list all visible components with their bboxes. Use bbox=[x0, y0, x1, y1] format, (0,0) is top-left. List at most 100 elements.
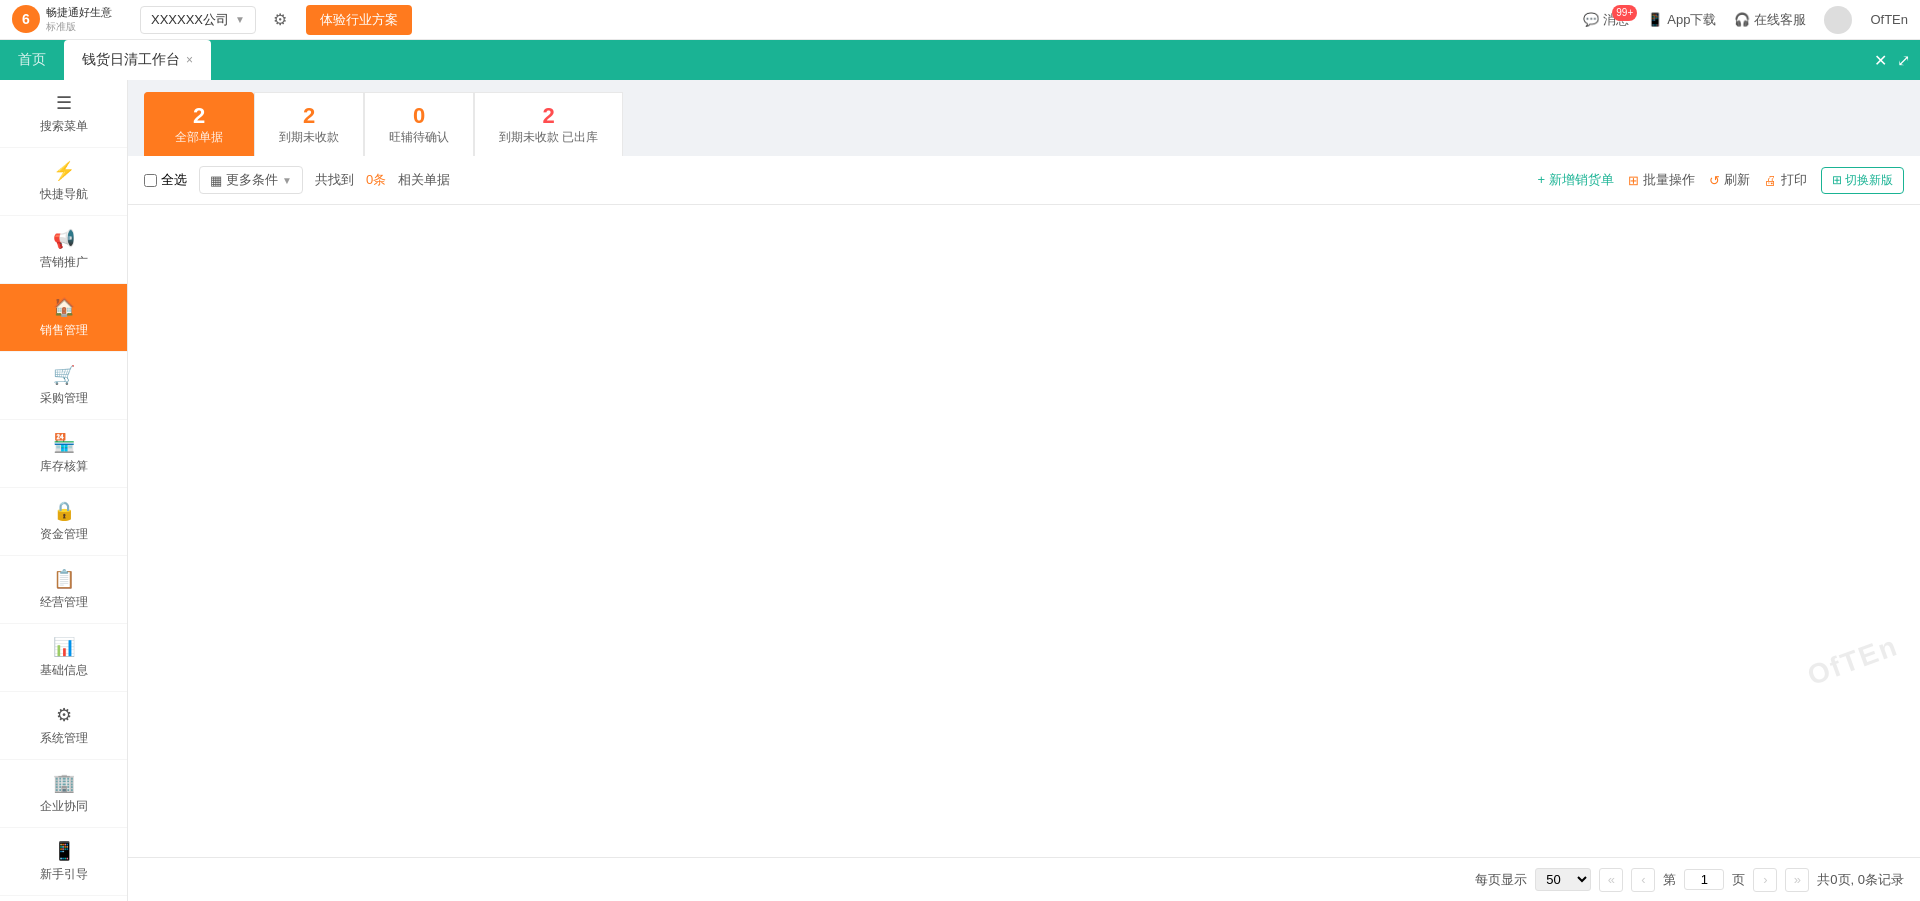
ops-icon: 📋 bbox=[53, 568, 75, 590]
sidebar-item-base-info[interactable]: 📊 基础信息 bbox=[0, 624, 127, 692]
tab-cashflow-label: 钱货日清工作台 bbox=[82, 51, 180, 69]
select-all-checkbox[interactable]: 全选 bbox=[144, 171, 187, 189]
sidebar-item-search-menu[interactable]: ☰ 搜索菜单 bbox=[0, 80, 127, 148]
settings-icon: ⚙ bbox=[273, 10, 287, 29]
sidebar: ☰ 搜索菜单 ⚡ 快捷导航 📢 营销推广 🏠 销售管理 🛒 采购管理 🏪 库存核… bbox=[0, 80, 128, 901]
tab-card-overdue-unshipped[interactable]: 2 到期未收款 已出库 bbox=[474, 92, 623, 156]
switch-new-icon: ⊞ bbox=[1832, 173, 1842, 187]
ops-label: 经营管理 bbox=[40, 594, 88, 611]
nav-close-icon[interactable]: ✕ bbox=[1874, 51, 1887, 70]
inventory-icon: 🏪 bbox=[53, 432, 75, 454]
trial-button[interactable]: 体验行业方案 bbox=[306, 5, 412, 35]
last-page-icon: » bbox=[1794, 872, 1801, 887]
nav-tabs: 首页 钱货日清工作台 × ✕ ⤢ bbox=[0, 40, 1920, 80]
sidebar-item-fund[interactable]: 🔒 资金管理 bbox=[0, 488, 127, 556]
total-text: 共0页, 0条记录 bbox=[1817, 871, 1904, 889]
page-suffix: 页 bbox=[1732, 871, 1745, 889]
related-label: 相关单据 bbox=[398, 171, 450, 189]
sales-icon: 🏠 bbox=[53, 296, 75, 318]
tab-card-overdue[interactable]: 2 到期未收款 bbox=[254, 92, 364, 156]
fund-label: 资金管理 bbox=[40, 526, 88, 543]
settings-button[interactable]: ⚙ bbox=[264, 4, 296, 36]
refresh-button[interactable]: ↺ 刷新 bbox=[1709, 171, 1750, 189]
nav-right-controls: ✕ ⤢ bbox=[1874, 51, 1920, 70]
sidebar-item-ops[interactable]: 📋 经营管理 bbox=[0, 556, 127, 624]
filter-arrow-icon: ▼ bbox=[282, 175, 292, 186]
tab-home[interactable]: 首页 bbox=[0, 40, 64, 80]
base-info-label: 基础信息 bbox=[40, 662, 88, 679]
app-download-label: App下载 bbox=[1667, 11, 1716, 29]
table-area: OfTEn bbox=[128, 205, 1920, 857]
sidebar-item-enterprise[interactable]: 🏢 企业协同 bbox=[0, 760, 127, 828]
sidebar-item-sys[interactable]: ⚙ 系统管理 bbox=[0, 692, 127, 760]
purchase-label: 采购管理 bbox=[40, 390, 88, 407]
tab-card-all-num: 2 bbox=[193, 103, 205, 129]
enterprise-icon: 🏢 bbox=[53, 772, 75, 794]
tab-card-unshipped-num: 2 bbox=[543, 103, 555, 129]
sidebar-item-app-center[interactable]: 🔔 应用中心 bbox=[0, 896, 127, 901]
company-selector[interactable]: XXXXXX公司 ▼ bbox=[140, 6, 256, 34]
page-number-input[interactable] bbox=[1684, 869, 1724, 890]
batch-ops-label: 批量操作 bbox=[1643, 171, 1695, 189]
close-tab-icon[interactable]: × bbox=[186, 53, 193, 67]
next-page-button[interactable]: › bbox=[1753, 868, 1777, 892]
tab-card-wangfu-num: 0 bbox=[413, 103, 425, 129]
tab-card-overdue-label: 到期未收款 bbox=[279, 129, 339, 146]
content-area: 2 全部单据 2 到期未收款 0 旺辅待确认 2 到期未收款 已出库 全选 bbox=[128, 80, 1920, 901]
base-info-icon: 📊 bbox=[53, 636, 75, 658]
add-sales-order-button[interactable]: + 新增销货单 bbox=[1537, 171, 1613, 189]
switch-new-version-button[interactable]: ⊞ 切换新版 bbox=[1821, 167, 1904, 194]
online-service-label: 在线客服 bbox=[1754, 11, 1806, 29]
per-page-label: 每页显示 bbox=[1475, 871, 1527, 889]
purchase-icon: 🛒 bbox=[53, 364, 75, 386]
nav-expand-icon[interactable]: ⤢ bbox=[1897, 51, 1910, 70]
company-dropdown-arrow: ▼ bbox=[235, 14, 245, 25]
sidebar-item-inventory[interactable]: 🏪 库存核算 bbox=[0, 420, 127, 488]
select-all-label: 全选 bbox=[161, 171, 187, 189]
app-download-button[interactable]: 📱 App下载 bbox=[1647, 11, 1716, 29]
sys-icon: ⚙ bbox=[56, 704, 72, 726]
prev-page-button[interactable]: ‹ bbox=[1631, 868, 1655, 892]
tab-card-unshipped-label: 到期未收款 已出库 bbox=[499, 129, 598, 146]
app-subtitle: 标准版 bbox=[46, 20, 112, 34]
found-count: 0条 bbox=[366, 171, 386, 189]
app-download-icon: 📱 bbox=[1647, 12, 1663, 27]
tab-card-all-label: 全部单据 bbox=[175, 129, 223, 146]
print-icon: 🖨 bbox=[1764, 173, 1777, 188]
first-page-icon: « bbox=[1608, 872, 1615, 887]
top-header: 6 畅捷通好生意 标准版 XXXXXX公司 ▼ ⚙ 体验行业方案 💬 消息 99… bbox=[0, 0, 1920, 40]
sidebar-item-quick-nav[interactable]: ⚡ 快捷导航 bbox=[0, 148, 127, 216]
tab-cashflow-workbench[interactable]: 钱货日清工作台 × bbox=[64, 40, 211, 80]
toolbar: 全选 ▦ 更多条件 ▼ 共找到 0条 相关单据 + 新增销货单 ⊞ 批量操作 ↺ bbox=[128, 156, 1920, 205]
app-title: 畅捷通好生意 bbox=[46, 5, 112, 19]
select-all-input[interactable] bbox=[144, 174, 157, 187]
print-button[interactable]: 🖨 打印 bbox=[1764, 171, 1807, 189]
batch-ops-icon: ⊞ bbox=[1628, 173, 1639, 188]
filter-icon: ▦ bbox=[210, 173, 222, 188]
user-name: OfTEn bbox=[1870, 12, 1908, 27]
quick-nav-icon: ⚡ bbox=[53, 160, 75, 182]
sidebar-item-marketing[interactable]: 📢 营销推广 bbox=[0, 216, 127, 284]
company-name: XXXXXX公司 bbox=[151, 11, 229, 29]
marketing-label: 营销推广 bbox=[40, 254, 88, 271]
message-button[interactable]: 💬 消息 99+ bbox=[1583, 11, 1629, 29]
tab-card-all[interactable]: 2 全部单据 bbox=[144, 92, 254, 156]
logo-text: 畅捷通好生意 标准版 bbox=[46, 5, 112, 33]
filter-button[interactable]: ▦ 更多条件 ▼ bbox=[199, 166, 303, 194]
tab-card-wangfu[interactable]: 0 旺辅待确认 bbox=[364, 92, 474, 156]
last-page-button[interactable]: » bbox=[1785, 868, 1809, 892]
logo-area: 6 畅捷通好生意 标准版 bbox=[12, 5, 140, 33]
tab-home-label: 首页 bbox=[18, 51, 46, 69]
batch-ops-button[interactable]: ⊞ 批量操作 bbox=[1628, 171, 1695, 189]
per-page-select[interactable]: 50 100 200 bbox=[1535, 868, 1591, 891]
avatar[interactable] bbox=[1824, 6, 1852, 34]
sidebar-item-sales[interactable]: 🏠 销售管理 bbox=[0, 284, 127, 352]
sidebar-item-purchase[interactable]: 🛒 采购管理 bbox=[0, 352, 127, 420]
online-service-icon: 🎧 bbox=[1734, 12, 1750, 27]
online-service-button[interactable]: 🎧 在线客服 bbox=[1734, 11, 1806, 29]
first-page-button[interactable]: « bbox=[1599, 868, 1623, 892]
search-menu-label: 搜索菜单 bbox=[40, 118, 88, 135]
watermark: OfTEn bbox=[1803, 630, 1902, 692]
tab-card-overdue-num: 2 bbox=[303, 103, 315, 129]
sidebar-item-guide[interactable]: 📱 新手引导 bbox=[0, 828, 127, 896]
